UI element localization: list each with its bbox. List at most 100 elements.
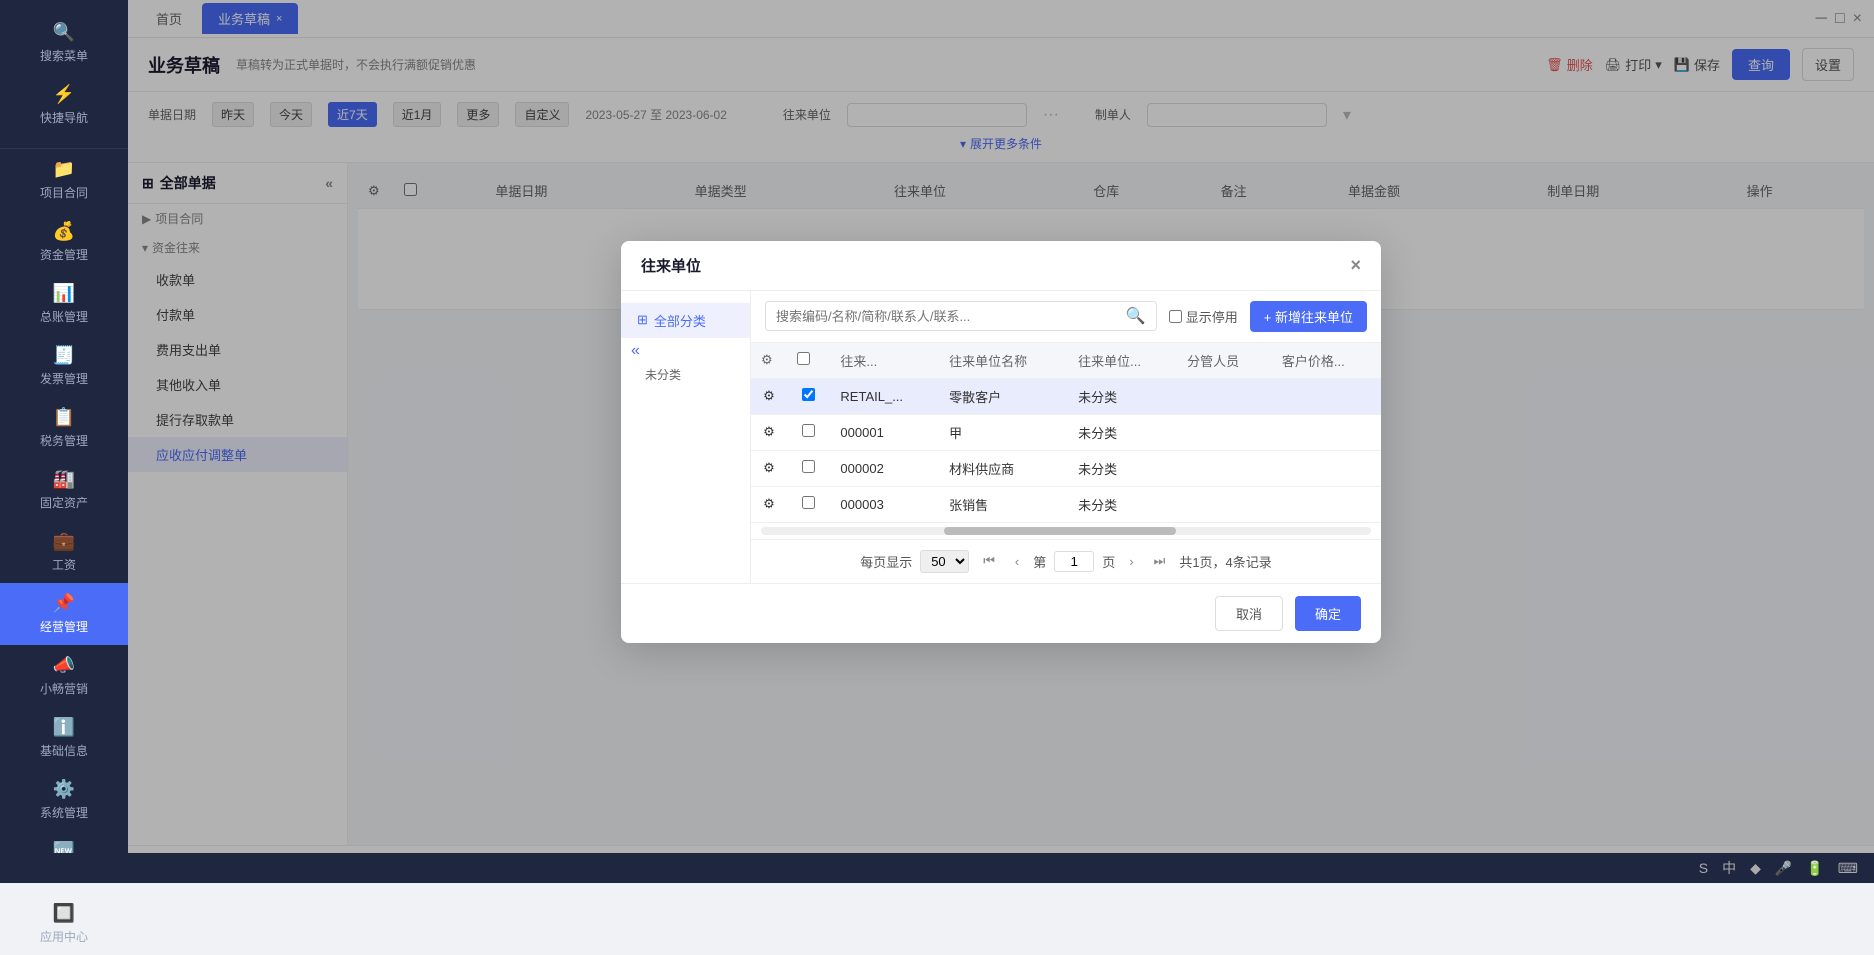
row-category: 未分类 <box>1068 378 1177 414</box>
row-settings[interactable]: ⚙ <box>751 414 787 450</box>
search-box: 🔍 <box>765 301 1157 331</box>
dialog-toolbar: 🔍 显示停用 + 新增往来单位 <box>751 291 1381 343</box>
status-mic-icon: 🎤 <box>1775 860 1792 877</box>
quick-nav-icon: ⚡ <box>53 84 75 105</box>
next-page-button[interactable]: › <box>1123 552 1139 571</box>
dialog-th-name: 往来单位名称 <box>939 343 1068 379</box>
sidebar-item-salary[interactable]: 💼 工资 <box>0 521 128 583</box>
sidebar-item-tax[interactable]: 📋 税务管理 <box>0 397 128 459</box>
collapse-left-icon[interactable]: « <box>621 338 750 360</box>
ops-icon: 📌 <box>53 593 75 614</box>
sidebar: 🔍 搜索菜单 ⚡ 快捷导航 📁 项目合同 💰 资金管理 📊 总账管理 🧾 发票管… <box>0 0 128 883</box>
sidebar-item-ops[interactable]: 📌 经营管理 <box>0 583 128 645</box>
salary-icon: 💼 <box>53 531 75 552</box>
dialog-th-settings[interactable]: ⚙ <box>751 343 787 379</box>
row-category: 未分类 <box>1068 486 1177 522</box>
sidebar-item-accounts[interactable]: 📊 总账管理 <box>0 273 128 335</box>
dialog-close-button[interactable]: × <box>1350 255 1361 276</box>
project-icon: 📁 <box>53 159 75 180</box>
prev-page-button[interactable]: ‹ <box>1009 552 1025 571</box>
sidebar-item-marketing[interactable]: 📣 小畅营销 <box>0 645 128 707</box>
row-settings[interactable]: ⚙ <box>751 450 787 486</box>
page-input[interactable] <box>1054 551 1094 572</box>
appcenter-icon: 🔲 <box>53 903 75 924</box>
row-manager <box>1177 486 1272 522</box>
row-settings[interactable]: ⚙ <box>751 486 787 522</box>
sidebar-item-project[interactable]: 📁 项目合同 <box>0 149 128 211</box>
row-settings[interactable]: ⚙ <box>751 378 787 414</box>
per-page-label: 每页显示 <box>860 552 912 571</box>
search-input[interactable] <box>776 309 1120 324</box>
table-row[interactable]: ⚙ 000001 甲 未分类 <box>751 414 1381 450</box>
sidebar-item-assets[interactable]: 🏭 固定资产 <box>0 459 128 521</box>
row-price <box>1272 378 1381 414</box>
status-diamond-icon: ◆ <box>1750 860 1761 877</box>
table-row[interactable]: ⚙ RETAIL_... 零散客户 未分类 <box>751 378 1381 414</box>
dialog-th-checkbox[interactable] <box>787 343 830 379</box>
row-checkbox[interactable] <box>787 414 830 450</box>
row-checkbox[interactable] <box>787 486 830 522</box>
dialog-header: 往来单位 × <box>621 241 1381 291</box>
show-disabled-checkbox[interactable] <box>1169 310 1182 323</box>
per-page-select[interactable]: 50 <box>920 550 969 573</box>
tax-icon: 📋 <box>53 407 75 428</box>
row-manager <box>1177 378 1272 414</box>
dialog-th-manager: 分管人员 <box>1177 343 1272 379</box>
scroll-hint <box>761 527 1371 535</box>
dialog-table-scroll: ⚙ 往来... 往来单位名称 往来单位... 分管人员 客户价格... <box>751 343 1381 523</box>
dialog-pagination: 每页显示 50 ⏮ ‹ 第 页 › ⏭ 共1页，4条记录 <box>751 539 1381 583</box>
dialog-table: ⚙ 往来... 往来单位名称 往来单位... 分管人员 客户价格... <box>751 343 1381 523</box>
row-code: RETAIL_... <box>830 378 939 414</box>
first-page-button[interactable]: ⏮ <box>977 551 1001 571</box>
row-checkbox[interactable] <box>787 450 830 486</box>
scroll-thumb <box>944 527 1176 535</box>
dialog-sidebar-all[interactable]: ⊞ 全部分类 <box>621 303 750 338</box>
dialog-sidebar-unclassified[interactable]: 未分类 <box>621 360 750 389</box>
cancel-button[interactable]: 取消 <box>1215 596 1283 631</box>
status-bar: S 中 ◆ 🎤 🔋 ⌨ <box>0 853 1874 883</box>
dialog-sidebar: ⊞ 全部分类 « 未分类 <box>621 291 751 583</box>
sys-icon: ⚙️ <box>53 779 75 800</box>
row-price <box>1272 486 1381 522</box>
row-name: 甲 <box>939 414 1068 450</box>
show-disabled-label: 显示停用 <box>1169 307 1238 326</box>
status-battery-icon: 🔋 <box>1806 860 1823 877</box>
row-category: 未分类 <box>1068 414 1177 450</box>
row-category: 未分类 <box>1068 450 1177 486</box>
status-zh-icon: 中 <box>1722 858 1736 878</box>
row-code: 000003 <box>830 486 939 522</box>
sidebar-item-quick-nav[interactable]: ⚡ 快捷导航 <box>0 74 128 136</box>
last-page-button[interactable]: ⏭ <box>1148 551 1172 571</box>
add-partner-button[interactable]: + 新增往来单位 <box>1250 301 1367 332</box>
invoice-icon: 🧾 <box>53 345 75 366</box>
main-area: 首页 业务草稿 × ─ □ × 业务草稿 草稿转为正式单据时，不会执行满额促销优… <box>128 0 1874 883</box>
total-info: 共1页，4条记录 <box>1179 552 1271 571</box>
sidebar-item-search-menu[interactable]: 🔍 搜索菜单 <box>0 12 128 74</box>
search-icon: 🔍 <box>1126 306 1146 326</box>
status-keyboard-icon: ⌨ <box>1838 860 1858 877</box>
basic-icon: ℹ️ <box>53 717 75 738</box>
confirm-button[interactable]: 确定 <box>1295 596 1361 631</box>
dialog-th-category: 往来单位... <box>1068 343 1177 379</box>
page-label-post: 页 <box>1102 552 1115 571</box>
grid-small-icon: ⊞ <box>637 312 648 328</box>
dialog-select-all[interactable] <box>797 352 810 365</box>
dialog-title: 往来单位 <box>641 255 701 276</box>
sidebar-item-appcenter[interactable]: 🔲 应用中心 <box>0 893 128 955</box>
sidebar-item-invoice[interactable]: 🧾 发票管理 <box>0 335 128 397</box>
search-menu-icon: 🔍 <box>53 22 75 43</box>
dialog-th-code: 往来... <box>830 343 939 379</box>
row-name: 零散客户 <box>939 378 1068 414</box>
sidebar-item-basic[interactable]: ℹ️ 基础信息 <box>0 707 128 769</box>
sidebar-item-sys[interactable]: ⚙️ 系统管理 <box>0 769 128 831</box>
sidebar-item-fund[interactable]: 💰 资金管理 <box>0 211 128 273</box>
row-name: 材料供应商 <box>939 450 1068 486</box>
row-checkbox[interactable] <box>787 378 830 414</box>
row-code: 000001 <box>830 414 939 450</box>
partner-dialog: 往来单位 × ⊞ 全部分类 « 未分类 <box>621 241 1381 643</box>
table-row[interactable]: ⚙ 000003 张销售 未分类 <box>751 486 1381 522</box>
row-manager <box>1177 450 1272 486</box>
table-row[interactable]: ⚙ 000002 材料供应商 未分类 <box>751 450 1381 486</box>
page-label-pre: 第 <box>1033 552 1046 571</box>
row-price <box>1272 414 1381 450</box>
